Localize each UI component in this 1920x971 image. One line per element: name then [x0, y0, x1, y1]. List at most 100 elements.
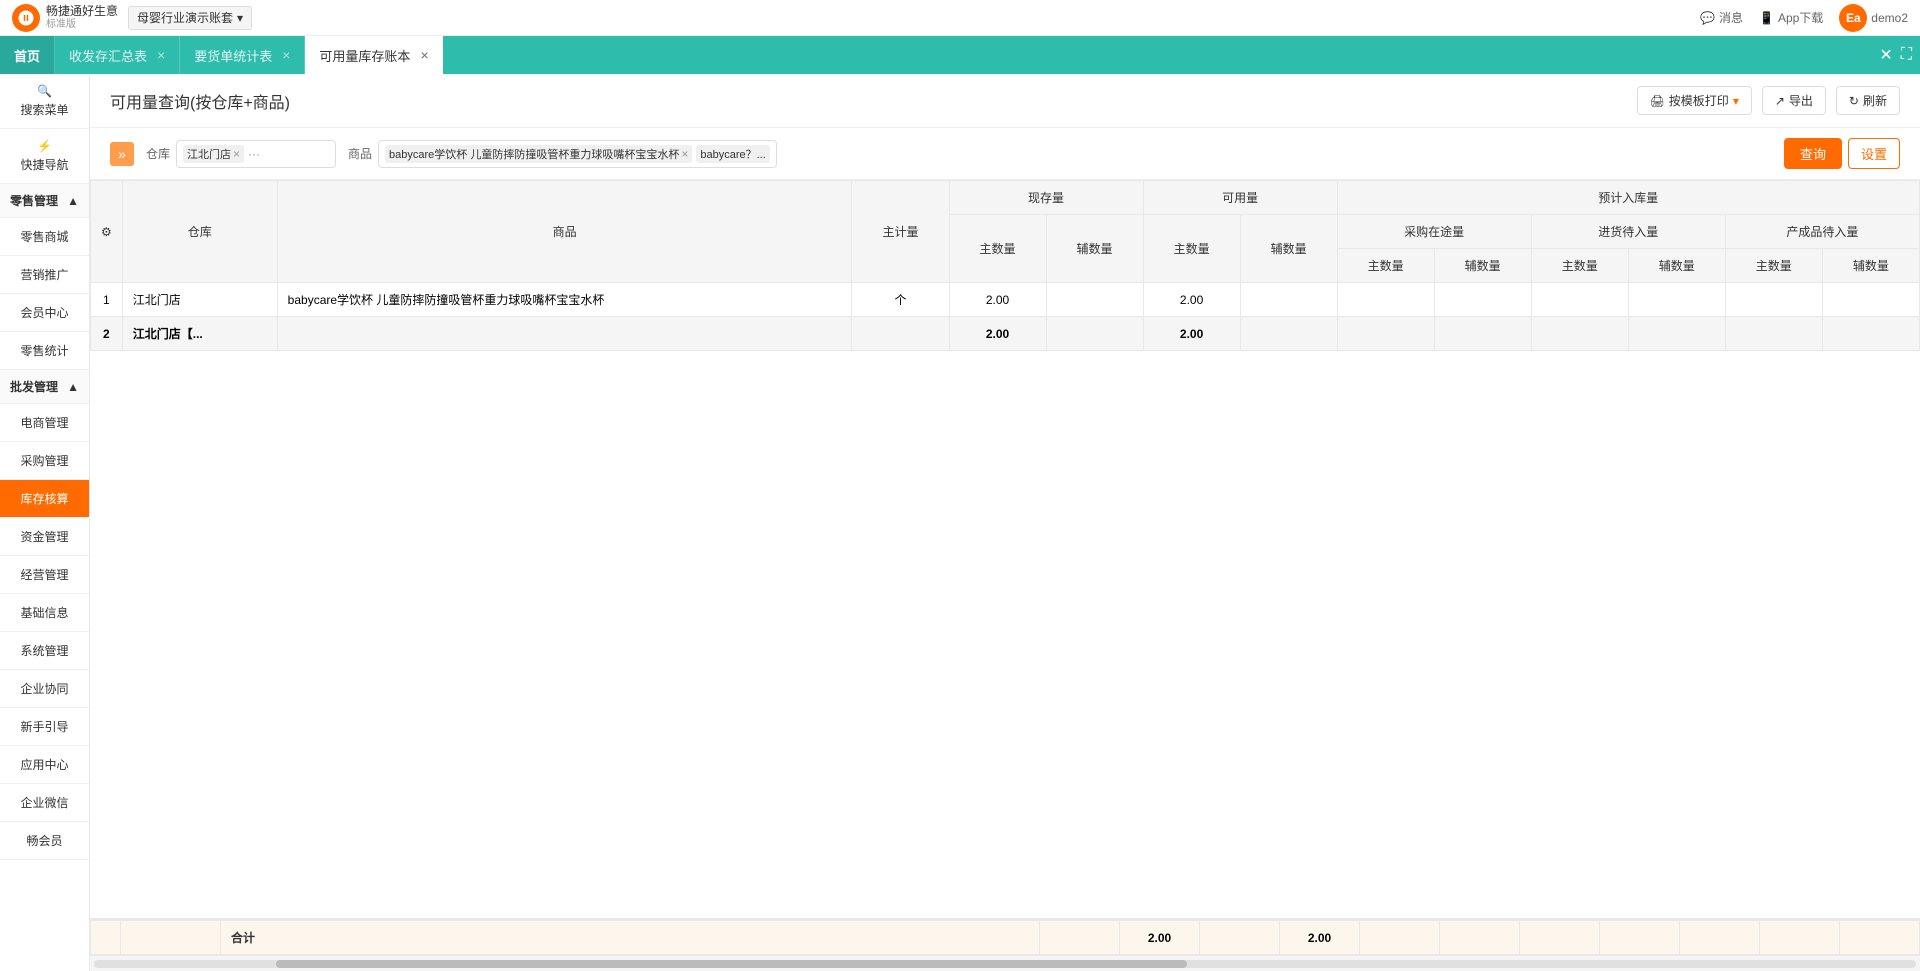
tab-keyongliang[interactable]: 可用量库存账本 ×	[305, 36, 442, 74]
product-filter-tags[interactable]: babycare学饮杯 儿童防摔防撞吸管杯重力球吸嘴杯宝宝水杯 × babyca…	[378, 140, 777, 168]
sidebar-item-marketing[interactable]: 营销推广	[0, 256, 89, 294]
footer-total-label: 合计	[221, 921, 1040, 955]
row-1-index: 1	[91, 283, 123, 317]
sidebar-item-purchase[interactable]: 采购管理	[0, 442, 89, 480]
sidebar-item-basic[interactable]: 基础信息	[0, 594, 89, 632]
footer-placeholder-1	[91, 921, 121, 955]
filter-area: » 仓库 江北门店 × ··· 商品 babycare学饮杯 儿童防摔防撞吸管杯…	[90, 128, 1920, 180]
sidebar-group-batch[interactable]: 批发管理 ▲	[0, 370, 89, 404]
tab-yaohuo[interactable]: 要货单统计表 ×	[180, 36, 305, 74]
batch-label: 批发管理	[10, 378, 58, 395]
tab-keyongliang-label: 可用量库存账本	[319, 46, 410, 65]
sidebar-item-member2[interactable]: 畅会员	[0, 822, 89, 860]
sidebar-item-member[interactable]: 会员中心	[0, 294, 89, 332]
product-filter-group: 商品 babycare学饮杯 儿童防摔防撞吸管杯重力球吸嘴杯宝宝水杯 × bab…	[348, 140, 777, 168]
tab-home[interactable]: 首页	[0, 36, 55, 74]
settings-btn[interactable]: 设置	[1848, 138, 1900, 169]
col-product: 商品	[277, 181, 852, 283]
app-download-btn[interactable]: 📱 App下载	[1759, 9, 1823, 26]
batch-expand-icon: ▲	[67, 380, 79, 394]
zero-stats-label: 零售统计	[20, 342, 68, 359]
col-inbound-pending-aux: 辅数量	[1628, 249, 1725, 283]
table-wrapper: ⚙ 仓库 商品 主计量 现存量 可用量 预计入库量 主数量 辅数量 主数量	[90, 180, 1920, 918]
tab-home-label: 首页	[14, 46, 40, 65]
message-btn[interactable]: 💬 消息	[1700, 9, 1743, 26]
horizontal-scrollbar[interactable]	[90, 955, 1920, 971]
sidebar-item-finance[interactable]: 资金管理	[0, 518, 89, 556]
row-1-unit: 个	[852, 283, 949, 317]
sidebar-item-ecommerce[interactable]: 电商管理	[0, 404, 89, 442]
product-tag-1-remove[interactable]: ×	[681, 147, 688, 161]
sidebar-item-corpwechat[interactable]: 企业微信	[0, 784, 89, 822]
footer-placeholder-2	[121, 921, 221, 955]
warehouse-tag-jiangbei: 江北门店 ×	[183, 145, 244, 163]
sidebar-item-appcenter[interactable]: 应用中心	[0, 746, 89, 784]
sidebar-item-zero-stats[interactable]: 零售统计	[0, 332, 89, 370]
collab-label: 企业协同	[20, 680, 68, 697]
sidebar-search-label: 搜索菜单	[20, 101, 68, 118]
member2-label: 畅会员	[26, 832, 62, 849]
warehouse-filter-tags[interactable]: 江北门店 × ···	[176, 140, 336, 168]
table-settings-col[interactable]: ⚙	[91, 181, 123, 283]
footer-pp-aux	[1840, 921, 1920, 955]
sidebar-item-ops[interactable]: 经营管理	[0, 556, 89, 594]
col-production-pending-aux: 辅数量	[1822, 249, 1919, 283]
warehouse-tag-remove[interactable]: ×	[233, 147, 240, 161]
maximize-icon[interactable]: ⛶	[1901, 46, 1912, 64]
col-available-group: 可用量	[1143, 181, 1337, 215]
product-tag-1: babycare学饮杯 儿童防摔防撞吸管杯重力球吸嘴杯宝宝水杯 ×	[385, 145, 692, 163]
template-selector[interactable]: 母婴行业演示账套 ▾	[128, 6, 252, 30]
row-1-pp-main	[1725, 283, 1822, 317]
col-purchase-transit-main: 主数量	[1337, 249, 1434, 283]
sidebar-item-system[interactable]: 系统管理	[0, 632, 89, 670]
sidebar-item-collab[interactable]: 企业协同	[0, 670, 89, 708]
refresh-icon: ↻	[1849, 94, 1859, 108]
row-1-available-main: 2.00	[1143, 283, 1240, 317]
logo-sub: 标准版	[46, 19, 118, 31]
row-2-pp-main	[1725, 317, 1822, 351]
tab-yaohuo-label: 要货单统计表	[194, 46, 272, 65]
footer-pp-main	[1760, 921, 1840, 955]
row-1-warehouse: 江北门店	[122, 283, 277, 317]
page-title: 可用量查询(按仓库+商品)	[110, 89, 290, 113]
top-bar-right: 💬 消息 📱 App下载 Ea demo2	[1700, 4, 1908, 32]
sidebar-item-search[interactable]: 🔍 搜索菜单	[0, 74, 89, 129]
finance-label: 资金管理	[20, 528, 68, 545]
row-2-pt-aux	[1434, 317, 1531, 351]
row-1-product: babycare学饮杯 儿童防摔防撞吸管杯重力球吸嘴杯宝宝水杯	[277, 283, 852, 317]
tab-shoufa-close[interactable]: ×	[157, 47, 165, 63]
sidebar-item-newguide[interactable]: 新手引导	[0, 708, 89, 746]
filter-expand-btn[interactable]: »	[110, 142, 134, 166]
basic-label: 基础信息	[20, 604, 68, 621]
col-production-pending-main: 主数量	[1725, 249, 1822, 283]
sidebar-group-zero-sales[interactable]: 零售管理 ▲	[0, 184, 89, 218]
user-area[interactable]: Ea demo2	[1839, 4, 1908, 32]
member-label: 会员中心	[20, 304, 68, 321]
sidebar-item-zero-mall[interactable]: 零售商城	[0, 218, 89, 256]
scrollbar-thumb[interactable]	[276, 960, 1187, 968]
query-btn[interactable]: 查询	[1784, 138, 1842, 169]
footer-placeholder-3	[1040, 921, 1120, 955]
refresh-btn[interactable]: ↻ 刷新	[1836, 86, 1900, 115]
row-2-pp-aux	[1822, 317, 1919, 351]
zero-sales-label: 零售管理	[10, 192, 58, 209]
close-all-tabs-icon[interactable]: ✕	[1879, 45, 1892, 65]
export-btn[interactable]: ↗ 导出	[1762, 86, 1826, 115]
export-icon: ↗	[1775, 94, 1785, 108]
expand-icon: ▲	[67, 194, 79, 208]
row-2-available-main: 2.00	[1143, 317, 1240, 351]
tab-shoufa[interactable]: 收发存汇总表 ×	[55, 36, 180, 74]
zero-mall-label: 零售商城	[20, 228, 68, 245]
col-inbound-pending-main: 主数量	[1531, 249, 1628, 283]
col-stock-group: 现存量	[949, 181, 1143, 215]
template-print-btn[interactable]: 🖨 按模板打印 ▾	[1637, 86, 1752, 115]
tab-keyongliang-close[interactable]: ×	[420, 47, 428, 63]
sidebar-item-quicknav[interactable]: ⚡ 快捷导航	[0, 129, 89, 184]
system-label: 系统管理	[20, 642, 68, 659]
col-forecast-group: 预计入库量	[1337, 181, 1919, 215]
warehouse-ellipsis[interactable]: ···	[248, 147, 260, 161]
tab-yaohuo-close[interactable]: ×	[282, 47, 290, 63]
app-download-label: App下载	[1778, 9, 1823, 26]
sidebar-item-inventory[interactable]: 库存核算	[0, 480, 89, 518]
search-icon: 🔍	[37, 84, 52, 98]
